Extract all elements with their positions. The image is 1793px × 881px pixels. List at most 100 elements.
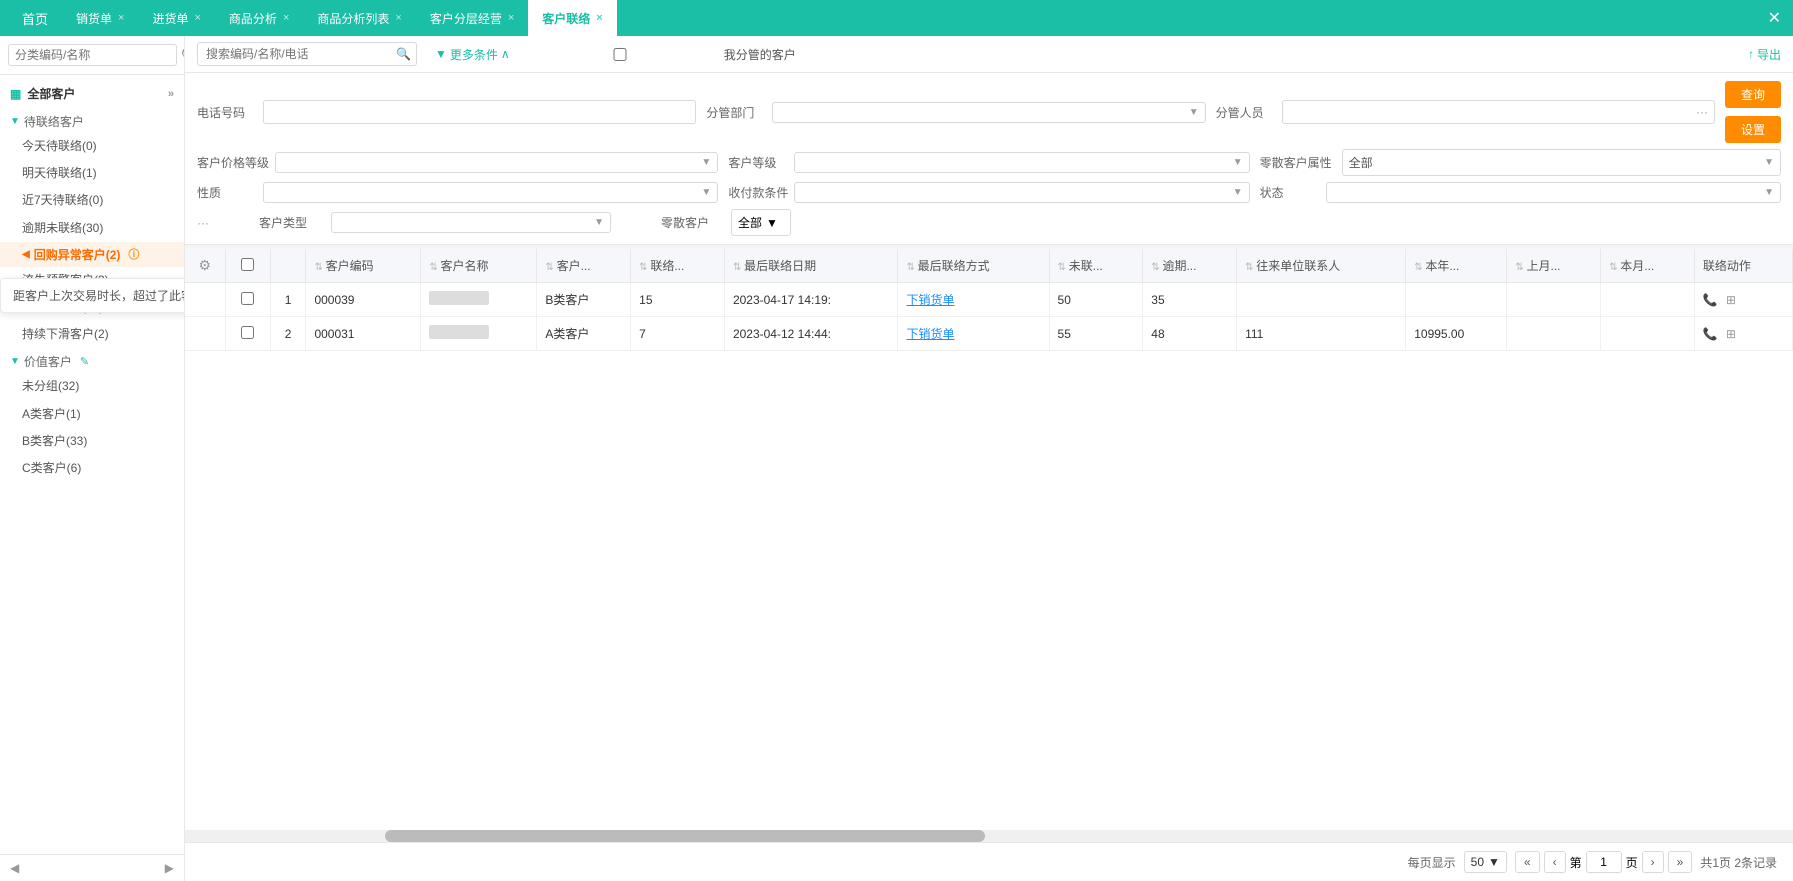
right-arrow-icon[interactable]: ▶ bbox=[165, 861, 174, 875]
sidebar-group-abnormal-active[interactable]: ◀ 回购异常客户(2) ⓘ bbox=[0, 242, 184, 267]
row1-checkbox-cell[interactable] bbox=[225, 283, 270, 317]
row1-checkbox[interactable] bbox=[241, 292, 254, 305]
sidebar-collapse-icon[interactable]: » bbox=[168, 88, 174, 100]
more-icon[interactable]: ··· bbox=[1696, 105, 1708, 119]
nav-product-analysis[interactable]: 商品分析 × bbox=[215, 0, 303, 36]
close-sales-order-icon[interactable]: × bbox=[118, 12, 124, 24]
last-page-button[interactable]: » bbox=[1668, 851, 1693, 873]
filter-more-conditions[interactable]: ▼ 更多条件 ∧ bbox=[435, 46, 510, 63]
row1-level: B类客户 bbox=[537, 283, 631, 317]
close-product-analysis-list-icon[interactable]: × bbox=[395, 12, 401, 24]
table-this-year-header[interactable]: 本年... bbox=[1406, 249, 1507, 283]
sidebar-search-input[interactable] bbox=[8, 44, 177, 66]
row2-phone-icon[interactable]: 📞 bbox=[1703, 327, 1718, 341]
select-all-checkbox[interactable] bbox=[241, 258, 254, 271]
first-page-button[interactable]: « bbox=[1515, 851, 1540, 873]
phone-field: 电话号码 bbox=[197, 100, 696, 124]
query-button[interactable]: 查询 bbox=[1725, 81, 1781, 108]
data-table-container: ⚙ 客户编码 客户名称 客户... 联络... 最后联络日期 最后联络方式 未联… bbox=[185, 249, 1793, 830]
table-overdue-header[interactable]: 逾期... bbox=[1143, 249, 1237, 283]
price-level-select[interactable]: ▼ bbox=[275, 152, 718, 173]
row1-more-icon[interactable]: ⊞ bbox=[1726, 293, 1736, 307]
close-purchase-order-icon[interactable]: × bbox=[194, 12, 200, 24]
sidebar-item-tomorrow-pending[interactable]: 明天待联络(1) bbox=[0, 160, 184, 187]
table-last-contact-method-header[interactable]: 最后联络方式 bbox=[898, 249, 1049, 283]
my-customers-checkbox[interactable] bbox=[520, 48, 720, 61]
setting-button[interactable]: 设置 bbox=[1725, 116, 1781, 143]
prev-page-button[interactable]: ‹ bbox=[1544, 851, 1566, 873]
table-this-month-header[interactable]: 本月... bbox=[1601, 249, 1695, 283]
search-input[interactable] bbox=[197, 42, 417, 66]
customer-level-select[interactable]: ▼ bbox=[794, 152, 1249, 173]
status-select[interactable]: ▼ bbox=[1326, 182, 1781, 203]
nav-product-analysis-list[interactable]: 商品分析列表 × bbox=[303, 0, 415, 36]
close-customer-segment-icon[interactable]: × bbox=[508, 12, 514, 24]
row1-last-contact-method[interactable]: 下销货单 bbox=[898, 283, 1049, 317]
nav-customer-segment[interactable]: 客户分层经营 × bbox=[416, 0, 528, 36]
table-company-contacts-header[interactable]: 往来单位联系人 bbox=[1237, 249, 1406, 283]
retail-customer-select[interactable]: 全部 ▼ bbox=[731, 209, 791, 236]
payment-terms-select[interactable]: ▼ bbox=[794, 182, 1249, 203]
row2-last-contact-method[interactable]: 下销货单 bbox=[898, 317, 1049, 351]
sidebar-item-c-customers[interactable]: C类客户(6) bbox=[0, 455, 184, 482]
horizontal-scrollbar[interactable] bbox=[185, 830, 1793, 842]
table-last-month-header[interactable]: 上月... bbox=[1507, 249, 1601, 283]
sidebar-item-overdue-pending[interactable]: 逾期未联络(30) bbox=[0, 215, 184, 242]
table-level-header[interactable]: 客户... bbox=[537, 249, 631, 283]
sidebar-group-pending[interactable]: ▼ 待联络客户 bbox=[0, 108, 184, 133]
sidebar-content: ▦ 全部客户 » ▼ 待联络客户 今天待联络(0) 明天待联络(1) 近7天待联… bbox=[0, 75, 184, 854]
search-icon[interactable]: 🔍 bbox=[396, 47, 411, 61]
left-arrow-icon[interactable]: ◀ bbox=[10, 861, 19, 875]
branch-dept-select[interactable]: ▼ bbox=[772, 102, 1205, 123]
chevron-down-icon-8: ▼ bbox=[594, 217, 604, 228]
row2-checkbox-cell[interactable] bbox=[225, 317, 270, 351]
sidebar-item-ungrouped[interactable]: 未分组(32) bbox=[0, 373, 184, 400]
sidebar-item-today-pending[interactable]: 今天待联络(0) bbox=[0, 133, 184, 160]
customer-type-select[interactable]: ▼ bbox=[331, 212, 611, 233]
table-checkbox-header[interactable] bbox=[225, 249, 270, 283]
table-gear-header[interactable]: ⚙ bbox=[185, 249, 225, 283]
info-icon[interactable]: ⓘ bbox=[128, 246, 139, 262]
phone-input[interactable] bbox=[263, 100, 696, 124]
row1-uncontacted: 50 bbox=[1049, 283, 1143, 317]
sidebar-item-a-customers[interactable]: A类客户(1) bbox=[0, 401, 184, 428]
close-product-analysis-icon[interactable]: × bbox=[283, 12, 289, 24]
row1-phone-icon[interactable]: 📞 bbox=[1703, 293, 1718, 307]
page-input[interactable] bbox=[1586, 851, 1622, 873]
chevron-down-icon-5: ▼ bbox=[701, 187, 711, 198]
scrollbar-thumb[interactable] bbox=[385, 830, 985, 842]
row2-more-icon[interactable]: ⊞ bbox=[1726, 327, 1736, 341]
my-customers-checkbox-area[interactable]: 我分管的客户 bbox=[520, 46, 796, 63]
nav-home[interactable]: 首页 bbox=[8, 0, 62, 36]
row1-name bbox=[421, 283, 537, 317]
sidebar-item-7day-pending[interactable]: 近7天待联络(0) bbox=[0, 187, 184, 214]
nav-purchase-order[interactable]: 进货单 × bbox=[138, 0, 214, 36]
table-code-header[interactable]: 客户编码 bbox=[306, 249, 421, 283]
sidebar-all-customers[interactable]: ▦ 全部客户 » bbox=[0, 79, 184, 108]
more-filter-dots[interactable]: ··· bbox=[197, 216, 209, 230]
edit-icon[interactable]: ✎ bbox=[80, 355, 89, 368]
nav-sales-order[interactable]: 销货单 × bbox=[62, 0, 138, 36]
table-name-header[interactable]: 客户名称 bbox=[421, 249, 537, 283]
window-close-icon[interactable]: ✕ bbox=[1768, 8, 1781, 28]
export-button[interactable]: ↑ 导出 bbox=[1748, 46, 1781, 63]
sidebar-item-b-customers[interactable]: B类客户(33) bbox=[0, 428, 184, 455]
per-page-select[interactable]: 50 ▼ bbox=[1464, 851, 1507, 873]
table-contact-header[interactable]: 联络... bbox=[631, 249, 725, 283]
sidebar-bottom-nav[interactable]: ◀ ▶ bbox=[0, 854, 184, 881]
nav-customer-contact[interactable]: 客户联络 × bbox=[528, 0, 616, 36]
chevron-down-icon-9: ▼ bbox=[766, 216, 778, 230]
row2-overdue: 48 bbox=[1143, 317, 1237, 351]
close-customer-contact-icon[interactable]: × bbox=[596, 12, 602, 24]
branch-person-select[interactable]: ··· bbox=[1282, 100, 1715, 124]
table-last-contact-date-header[interactable]: 最后联络日期 bbox=[724, 249, 898, 283]
row2-checkbox[interactable] bbox=[241, 326, 254, 339]
sidebar-group-value[interactable]: ▼ 价值客户 ✎ bbox=[0, 348, 184, 373]
next-page-button[interactable]: › bbox=[1642, 851, 1664, 873]
sidebar-item-declining-customers[interactable]: 持续下滑客户(2) bbox=[0, 321, 184, 348]
sidebar-search-icon[interactable]: 🔍 bbox=[181, 47, 185, 64]
retail-attr-select[interactable]: 全部 ▼ bbox=[1342, 149, 1781, 176]
gender-select[interactable]: ▼ bbox=[263, 182, 718, 203]
filter-row-1: 电话号码 分管部门 ▼ 分管人员 ··· bbox=[197, 81, 1781, 143]
table-uncontacted-header[interactable]: 未联... bbox=[1049, 249, 1143, 283]
